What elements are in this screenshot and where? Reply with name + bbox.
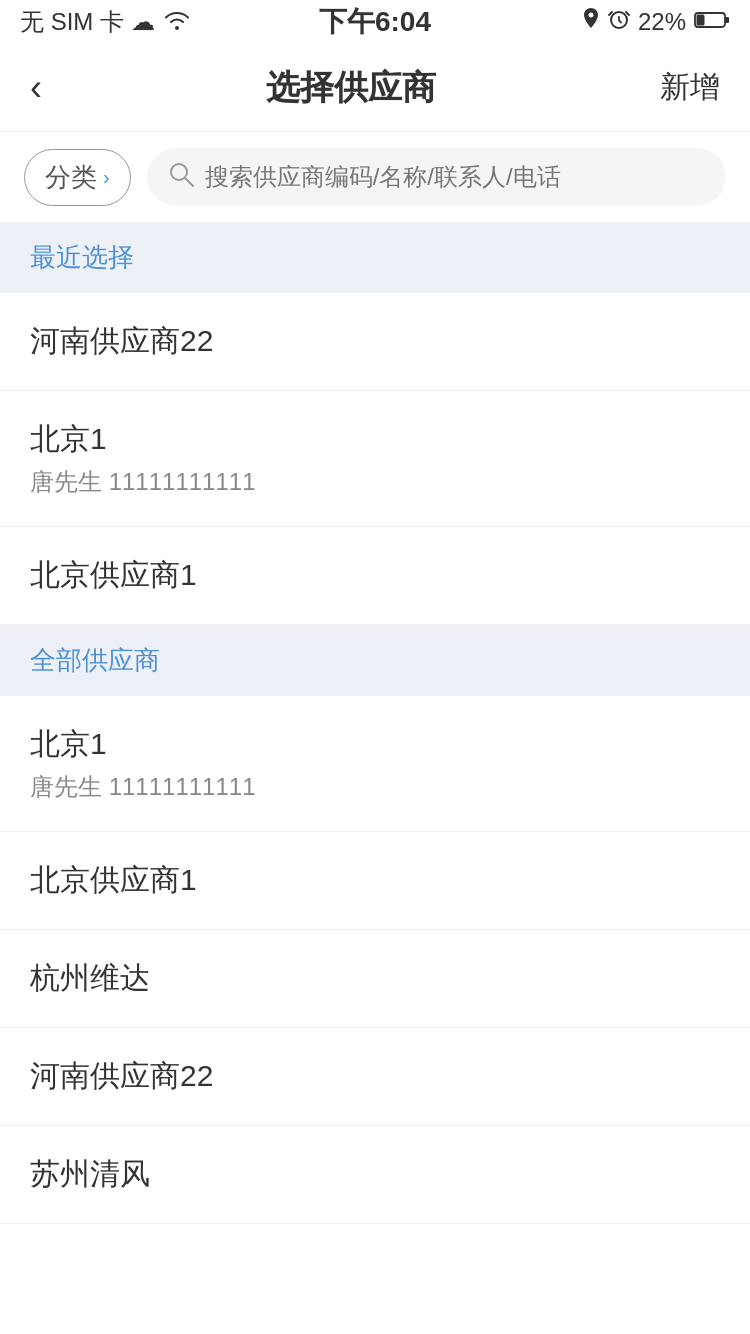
- list-item[interactable]: 北京供应商1: [0, 832, 750, 930]
- recent-section-header: 最近选择: [0, 222, 750, 293]
- all-list: 北京1 唐先生 11111111111 北京供应商1 杭州维达河南供应商22 苏州清风: [0, 696, 750, 1224]
- category-label: 分类: [45, 160, 97, 195]
- list-item[interactable]: 北京1 唐先生 11111111111: [0, 696, 750, 832]
- all-section-header: 全部供应商: [0, 625, 750, 696]
- list-item[interactable]: 苏州清风: [0, 1126, 750, 1224]
- nav-bar: ‹ 选择供应商 新增: [0, 44, 750, 132]
- svg-line-5: [185, 178, 193, 186]
- item-name: 河南供应商22: [30, 1056, 720, 1097]
- status-bar-right: 22%: [582, 8, 730, 36]
- item-name: 北京1: [30, 724, 720, 765]
- filter-bar: 分类 ›: [0, 132, 750, 222]
- item-sub: 唐先生 11111111111: [30, 771, 720, 803]
- list-item[interactable]: 杭州维达: [0, 930, 750, 1028]
- recent-section-title: 最近选择: [30, 242, 134, 272]
- all-section-title: 全部供应商: [30, 645, 160, 675]
- svg-rect-2: [725, 17, 729, 23]
- no-sim-label: 无 SIM 卡 ☁: [20, 6, 155, 38]
- category-button[interactable]: 分类 ›: [24, 149, 131, 206]
- battery-icon: [694, 8, 730, 36]
- list-item[interactable]: 河南供应商22: [0, 1028, 750, 1126]
- status-bar-left: 无 SIM 卡 ☁: [20, 6, 191, 38]
- list-item[interactable]: 河南供应商22: [0, 293, 750, 391]
- add-button[interactable]: 新增: [660, 67, 720, 108]
- wifi-icon: [163, 8, 191, 36]
- list-item[interactable]: 北京1 唐先生 11111111111: [0, 391, 750, 527]
- back-button[interactable]: ‹: [30, 67, 42, 109]
- search-input[interactable]: [205, 163, 706, 191]
- item-name: 杭州维达: [30, 958, 720, 999]
- item-name: 北京1: [30, 419, 720, 460]
- item-name: 北京供应商1: [30, 860, 720, 901]
- item-name: 苏州清风: [30, 1154, 720, 1195]
- search-box: [147, 148, 726, 206]
- chevron-right-icon: ›: [103, 166, 110, 189]
- recent-list: 河南供应商22 北京1 唐先生 11111111111 北京供应商1: [0, 293, 750, 625]
- page-title: 选择供应商: [266, 65, 436, 111]
- location-icon: [582, 8, 600, 36]
- item-name: 河南供应商22: [30, 321, 720, 362]
- item-sub: 唐先生 11111111111: [30, 466, 720, 498]
- svg-rect-3: [697, 15, 705, 26]
- battery-label: 22%: [638, 8, 686, 36]
- status-bar: 无 SIM 卡 ☁ 下午6:04 22%: [0, 0, 750, 44]
- alarm-icon: [608, 8, 630, 36]
- list-item[interactable]: 北京供应商1: [0, 527, 750, 625]
- status-bar-time: 下午6:04: [319, 3, 431, 41]
- search-icon: [167, 160, 195, 194]
- item-name: 北京供应商1: [30, 555, 720, 596]
